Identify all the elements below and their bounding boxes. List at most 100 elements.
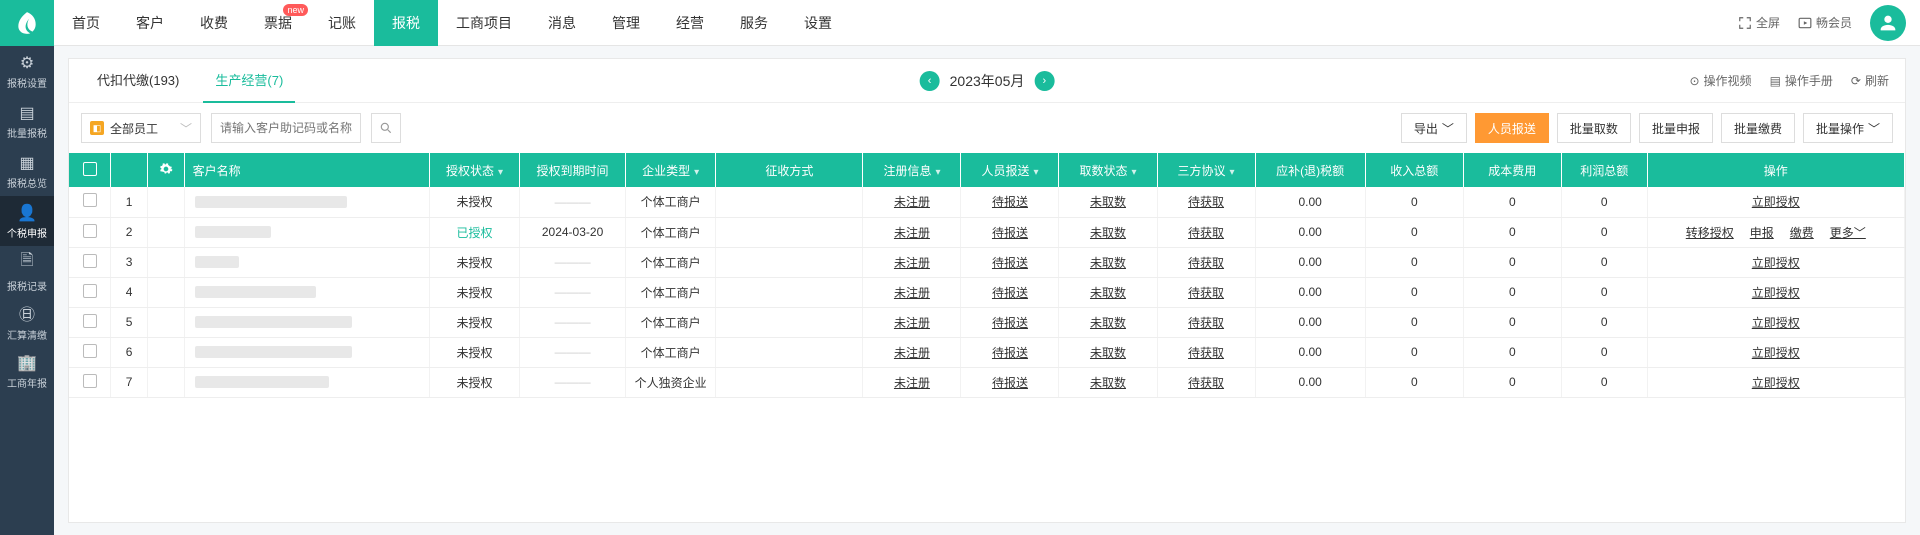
col-collect[interactable]: 征收方式 [716, 153, 863, 187]
gear-header[interactable] [147, 153, 184, 187]
col-profit[interactable]: 利润总额 [1561, 153, 1647, 187]
sidebar-item-0[interactable]: ⚙报税设置 [0, 46, 54, 96]
report-status-link[interactable]: 待报送 [992, 316, 1028, 330]
report-status-link[interactable]: 待报送 [992, 346, 1028, 360]
authorize-link[interactable]: 立即授权 [1752, 314, 1800, 331]
fetch-status-link[interactable]: 未取数 [1090, 256, 1126, 270]
more-link[interactable]: 更多﹀ [1830, 224, 1866, 241]
row-checkbox[interactable] [83, 254, 97, 268]
col-cost[interactable]: 成本费用 [1463, 153, 1561, 187]
sidebar-item-1[interactable]: ▤批量报税 [0, 96, 54, 146]
fetch-status-link[interactable]: 未取数 [1090, 316, 1126, 330]
third-party-link[interactable]: 待获取 [1188, 286, 1224, 300]
col-name[interactable]: 客户名称 [184, 153, 429, 187]
manual-link[interactable]: ▤操作手册 [1770, 72, 1833, 89]
authorize-link[interactable]: 立即授权 [1752, 284, 1800, 301]
third-party-link[interactable]: 待获取 [1188, 316, 1224, 330]
authorize-link[interactable]: 立即授权 [1752, 344, 1800, 361]
batch-pay-button[interactable]: 批量缴费 [1721, 113, 1795, 143]
third-party-link[interactable]: 待获取 [1188, 195, 1224, 209]
sidebar-item-5[interactable]: ㊐汇算清缴 [0, 296, 54, 346]
nav-item-10[interactable]: 服务 [722, 0, 786, 46]
col-expire[interactable]: 授权到期时间 [520, 153, 625, 187]
sidebar-item-3[interactable]: 👤个税申报 [0, 196, 54, 246]
search-button[interactable] [371, 113, 401, 143]
report-status-link[interactable]: 待报送 [992, 286, 1028, 300]
report-status-link[interactable]: 待报送 [992, 256, 1028, 270]
fetch-status-link[interactable]: 未取数 [1090, 346, 1126, 360]
search-input[interactable] [211, 113, 361, 143]
reg-info-link[interactable]: 未注册 [894, 286, 930, 300]
reg-info-link[interactable]: 未注册 [894, 346, 930, 360]
reg-info-link[interactable]: 未注册 [894, 376, 930, 390]
customer-name[interactable] [195, 376, 329, 388]
customer-name[interactable] [195, 256, 239, 268]
row-checkbox[interactable] [83, 344, 97, 358]
customer-name[interactable] [195, 346, 352, 358]
row-checkbox[interactable] [83, 314, 97, 328]
col-report[interactable]: 人员报送▾ [961, 153, 1059, 187]
refresh-link[interactable]: ⟳刷新 [1851, 72, 1889, 89]
customer-name[interactable] [195, 196, 347, 208]
export-button[interactable]: 导出﹀ [1401, 113, 1467, 143]
select-all-header[interactable] [69, 153, 111, 187]
report-status-link[interactable]: 待报送 [992, 376, 1028, 390]
nav-item-3[interactable]: 票据new [246, 0, 310, 46]
nav-item-9[interactable]: 经营 [658, 0, 722, 46]
col-third[interactable]: 三方协议▾ [1157, 153, 1255, 187]
nav-item-2[interactable]: 收费 [182, 0, 246, 46]
col-fetch[interactable]: 取数状态▾ [1059, 153, 1157, 187]
col-tax[interactable]: 应补(退)税额 [1255, 153, 1365, 187]
batch-fetch-button[interactable]: 批量取数 [1557, 113, 1631, 143]
third-party-link[interactable]: 待获取 [1188, 346, 1224, 360]
nav-item-0[interactable]: 首页 [54, 0, 118, 46]
customer-name[interactable] [195, 286, 316, 298]
transfer-auth-link[interactable]: 转移授权 [1686, 224, 1734, 241]
fetch-status-link[interactable]: 未取数 [1090, 195, 1126, 209]
employee-select[interactable]: ◧ 全部员工 ﹀ [81, 113, 201, 143]
nav-item-5[interactable]: 报税 [374, 0, 438, 46]
sidebar-item-2[interactable]: ▦报税总览 [0, 146, 54, 196]
nav-item-1[interactable]: 客户 [118, 0, 182, 46]
period-next-button[interactable]: › [1034, 71, 1054, 91]
third-party-link[interactable]: 待获取 [1188, 376, 1224, 390]
logo[interactable] [0, 0, 54, 46]
col-enttype[interactable]: 企业类型▾ [625, 153, 716, 187]
person-report-button[interactable]: 人员报送 [1475, 113, 1549, 143]
nav-item-4[interactable]: 记账 [310, 0, 374, 46]
nav-item-8[interactable]: 管理 [594, 0, 658, 46]
authorize-link[interactable]: 立即授权 [1752, 374, 1800, 391]
third-party-link[interactable]: 待获取 [1188, 256, 1224, 270]
nav-item-11[interactable]: 设置 [786, 0, 850, 46]
sidebar-item-6[interactable]: 🏢工商年报 [0, 346, 54, 396]
member-button[interactable]: 畅会员 [1798, 14, 1852, 31]
col-reg[interactable]: 注册信息▾ [863, 153, 961, 187]
reg-info-link[interactable]: 未注册 [894, 226, 930, 240]
batch-ops-button[interactable]: 批量操作﹀ [1803, 113, 1893, 143]
third-party-link[interactable]: 待获取 [1188, 226, 1224, 240]
pay-link[interactable]: 缴费 [1790, 224, 1814, 241]
reg-info-link[interactable]: 未注册 [894, 195, 930, 209]
customer-name[interactable] [195, 226, 271, 238]
fetch-status-link[interactable]: 未取数 [1090, 286, 1126, 300]
row-checkbox[interactable] [83, 193, 97, 207]
reg-info-link[interactable]: 未注册 [894, 256, 930, 270]
row-checkbox[interactable] [83, 374, 97, 388]
row-checkbox[interactable] [83, 284, 97, 298]
col-rev[interactable]: 收入总额 [1365, 153, 1463, 187]
fetch-status-link[interactable]: 未取数 [1090, 226, 1126, 240]
reg-info-link[interactable]: 未注册 [894, 316, 930, 330]
customer-name[interactable] [195, 316, 352, 328]
video-link[interactable]: ⊙操作视频 [1689, 72, 1751, 89]
row-checkbox[interactable] [83, 224, 97, 238]
nav-item-7[interactable]: 消息 [530, 0, 594, 46]
avatar[interactable] [1870, 5, 1906, 41]
batch-declare-button[interactable]: 批量申报 [1639, 113, 1713, 143]
authorize-link[interactable]: 立即授权 [1752, 254, 1800, 271]
report-status-link[interactable]: 待报送 [992, 226, 1028, 240]
nav-item-6[interactable]: 工商项目 [438, 0, 530, 46]
tab-0[interactable]: 代扣代缴(193) [85, 59, 191, 103]
report-status-link[interactable]: 待报送 [992, 195, 1028, 209]
fetch-status-link[interactable]: 未取数 [1090, 376, 1126, 390]
declare-link[interactable]: 申报 [1750, 224, 1774, 241]
